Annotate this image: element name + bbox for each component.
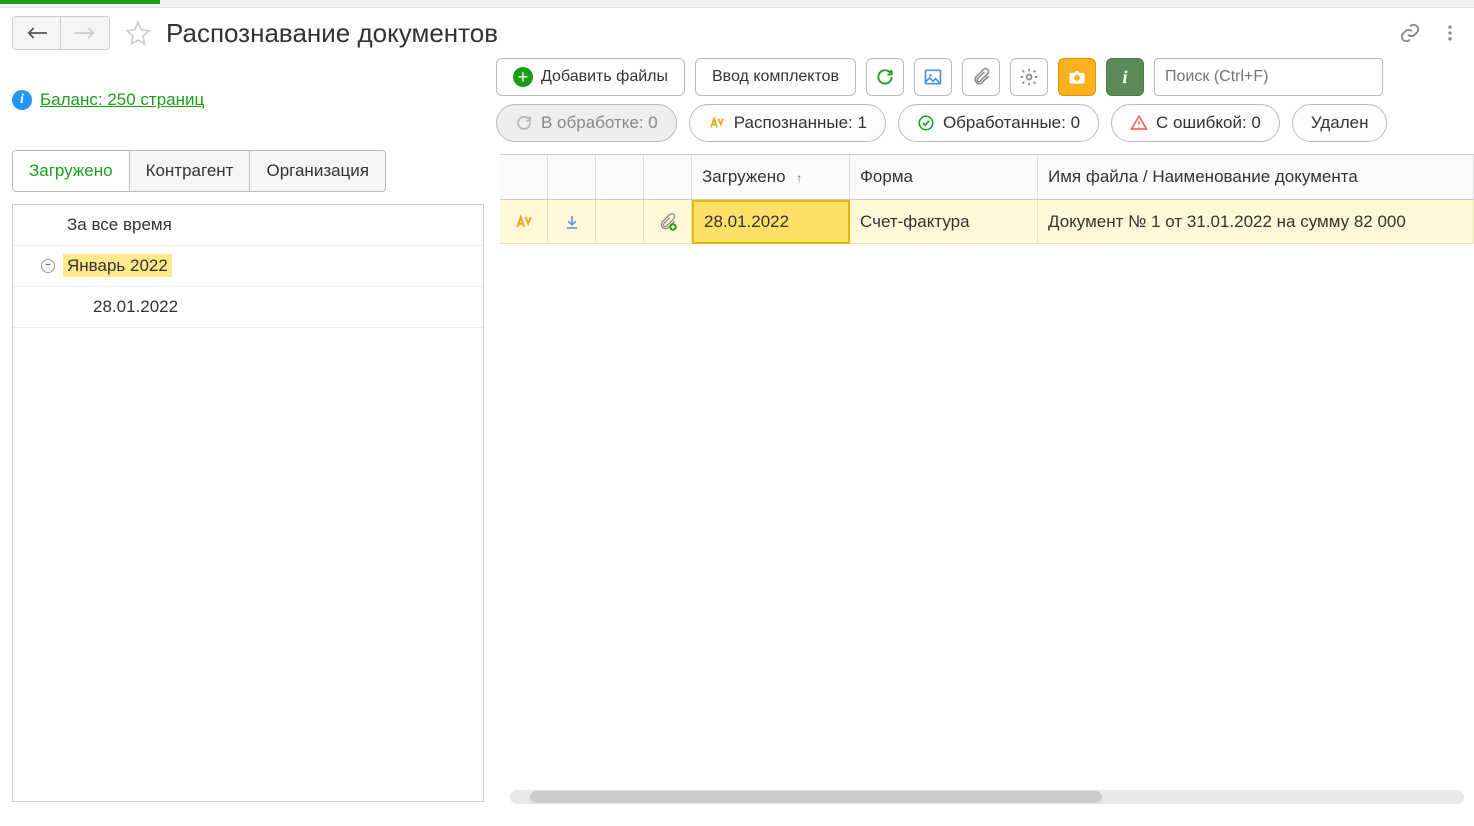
grid-header: Загружено ↑ Форма Имя файла / Наименован… <box>500 155 1474 200</box>
row-status-icon <box>500 200 548 244</box>
attachment-button[interactable] <box>962 58 1000 96</box>
image-button[interactable] <box>914 58 952 96</box>
alert-icon <box>1130 114 1148 132</box>
filter-recognized[interactable]: Распознанные: 1 <box>689 104 886 142</box>
info-button[interactable]: i <box>1106 58 1144 96</box>
arrow-left-icon <box>27 26 47 40</box>
filter-error[interactable]: С ошибкой: 0 <box>1111 104 1280 142</box>
gear-icon <box>1019 67 1039 87</box>
check-circle-icon <box>917 114 935 132</box>
tree-date-label: 28.01.2022 <box>93 297 178 316</box>
col-download[interactable] <box>548 155 596 199</box>
download-icon <box>563 213 581 231</box>
filter-processing[interactable]: В обработке: 0 <box>496 104 677 142</box>
col-status[interactable] <box>500 155 548 199</box>
more-button[interactable] <box>1438 21 1462 45</box>
nav-buttons <box>12 16 110 50</box>
search-input[interactable] <box>1154 58 1383 96</box>
row-loaded: 28.01.2022 <box>692 200 850 244</box>
tree-all-time[interactable]: За все время <box>13 205 483 246</box>
camera-icon <box>1067 67 1087 87</box>
row-blank <box>596 200 644 244</box>
page-header: Распознавание документов <box>0 8 1474 58</box>
scrollbar-thumb[interactable] <box>530 791 1102 803</box>
tab-loaded[interactable]: Загружено <box>13 151 130 191</box>
recognize-icon <box>708 114 726 132</box>
add-files-label: Добавить файлы <box>541 68 668 86</box>
row-attach-icon[interactable] <box>644 200 692 244</box>
back-button[interactable] <box>13 17 61 49</box>
left-tabs: Загружено Контрагент Организация <box>12 150 386 192</box>
filter-error-label: С ошибкой: 0 <box>1156 113 1261 133</box>
refresh-button[interactable] <box>866 58 904 96</box>
info-square-icon: i <box>1123 67 1128 88</box>
col-attach[interactable] <box>644 155 692 199</box>
paperclip-plus-icon <box>658 212 678 232</box>
refresh-icon <box>515 114 533 132</box>
tab-organization[interactable]: Организация <box>250 151 385 191</box>
camera-button[interactable] <box>1058 58 1096 96</box>
sort-asc-icon: ↑ <box>796 171 802 185</box>
add-sets-label: Ввод комплектов <box>712 68 839 86</box>
documents-grid: Загружено ↑ Форма Имя файла / Наименован… <box>500 154 1474 786</box>
col-filename[interactable]: Имя файла / Наименование документа <box>1038 155 1474 199</box>
row-filename: Документ № 1 от 31.01.2022 на сумму 82 0… <box>1038 200 1474 244</box>
col-loaded-label: Загружено <box>702 167 786 186</box>
filter-processed[interactable]: Обработанные: 0 <box>898 104 1099 142</box>
kebab-icon <box>1440 23 1460 43</box>
add-sets-button[interactable]: Ввод комплектов <box>695 58 856 96</box>
paperclip-icon <box>971 67 991 87</box>
col-filename-label: Имя файла / Наименование документа <box>1048 167 1358 186</box>
filter-processing-label: В обработке: 0 <box>541 113 658 133</box>
filter-deleted-label: Удален <box>1311 113 1369 133</box>
tab-contractor[interactable]: Контрагент <box>130 151 251 191</box>
col-loaded[interactable]: Загружено ↑ <box>692 155 850 199</box>
col-blank[interactable] <box>596 155 644 199</box>
filter-processed-label: Обработанные: 0 <box>943 113 1080 133</box>
filter-row: В обработке: 0 Распознанные: 1 Обработан… <box>496 96 1462 150</box>
col-form-label: Форма <box>860 167 913 186</box>
table-row[interactable]: 28.01.2022 Счет-фактура Документ № 1 от … <box>500 200 1474 244</box>
plus-icon: + <box>513 67 533 87</box>
arrow-right-icon <box>75 26 95 40</box>
link-button[interactable] <box>1398 21 1422 45</box>
refresh-icon <box>875 67 895 87</box>
recognize-icon <box>514 212 534 232</box>
tree-month[interactable]: − Январь 2022 <box>13 246 483 287</box>
row-form: Счет-фактура <box>850 200 1038 244</box>
tree-date[interactable]: 28.01.2022 <box>13 287 483 328</box>
info-icon: i <box>12 90 32 110</box>
add-files-button[interactable]: + Добавить файлы <box>496 58 685 96</box>
horizontal-scrollbar[interactable] <box>510 790 1464 804</box>
image-icon <box>923 67 943 87</box>
settings-button[interactable] <box>1010 58 1048 96</box>
filter-recognized-label: Распознанные: 1 <box>734 113 867 133</box>
row-download-icon[interactable] <box>548 200 596 244</box>
forward-button[interactable] <box>61 17 109 49</box>
page-title: Распознавание документов <box>166 18 498 49</box>
favorite-button[interactable] <box>122 17 154 49</box>
tree-month-label: Январь 2022 <box>63 254 172 277</box>
filter-deleted[interactable]: Удален <box>1292 104 1388 142</box>
tree-all-time-label: За все время <box>67 215 172 234</box>
collapse-icon[interactable]: − <box>41 259 55 273</box>
balance-link[interactable]: Баланс: 250 страниц <box>40 90 204 110</box>
col-form[interactable]: Форма <box>850 155 1038 199</box>
toolbar: + Добавить файлы Ввод комплектов <box>496 58 1462 96</box>
date-tree: За все время − Январь 2022 28.01.2022 <box>12 204 484 802</box>
link-icon <box>1399 22 1421 44</box>
window-top-bar <box>0 0 1474 8</box>
star-icon <box>125 20 151 46</box>
